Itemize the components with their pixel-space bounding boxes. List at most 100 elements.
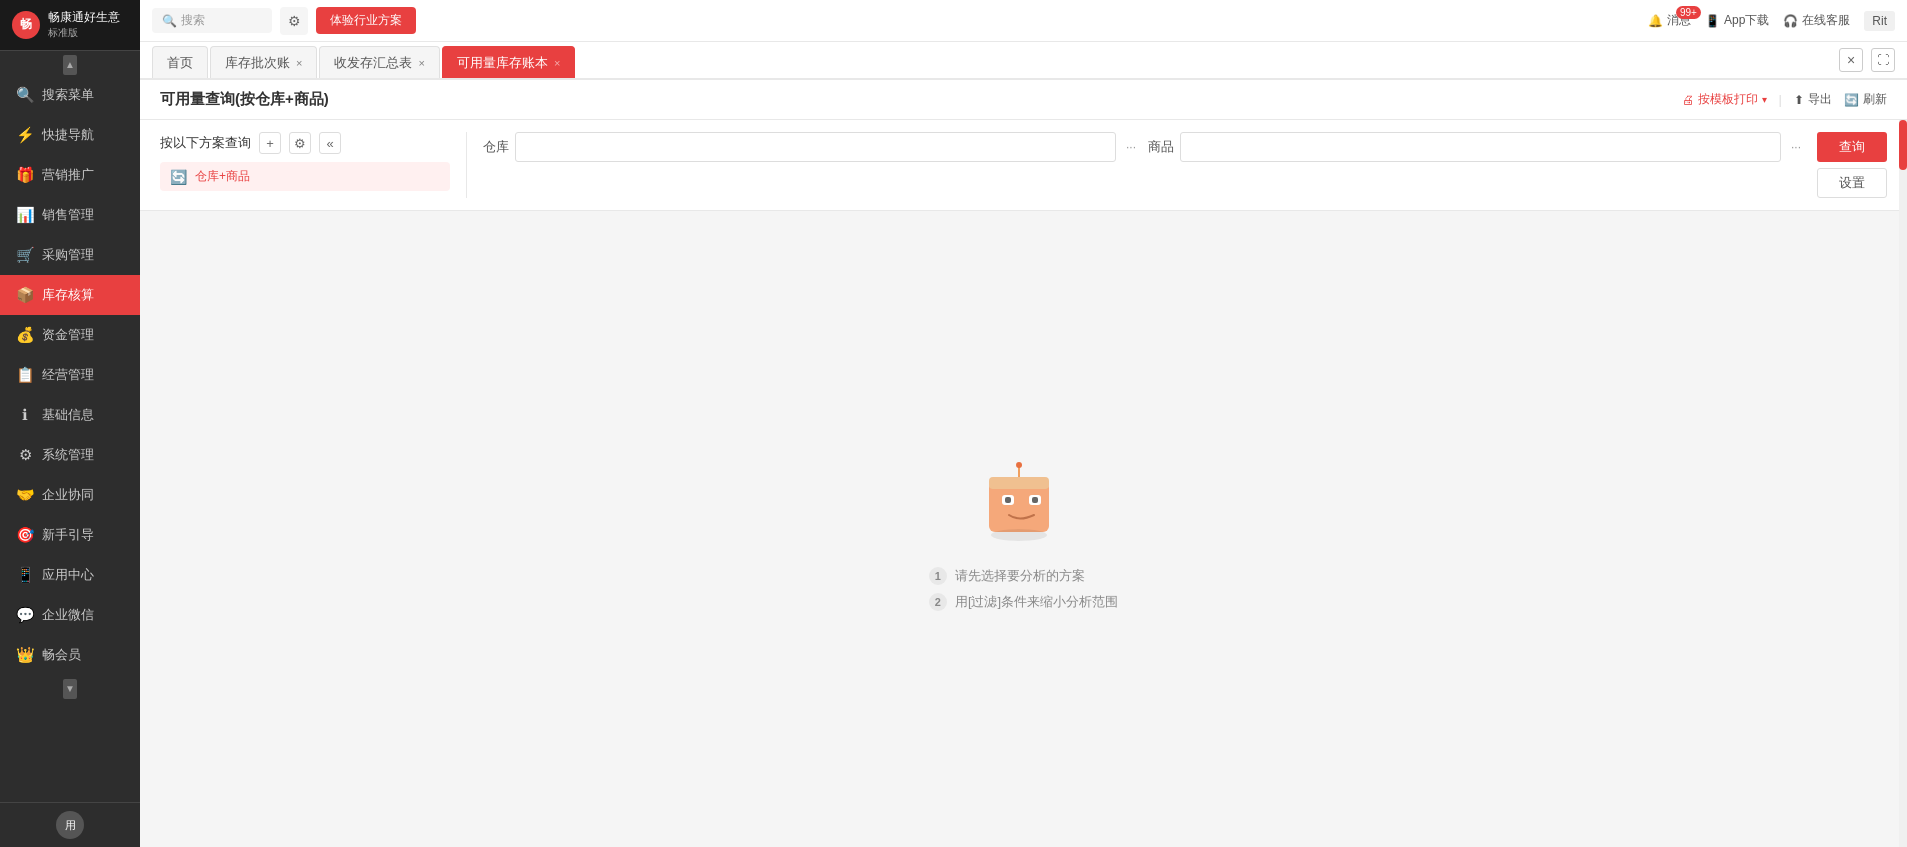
phone-icon: 📱 bbox=[1705, 14, 1720, 28]
sidebar-item-marketing[interactable]: 🎁 营销推广 bbox=[0, 155, 140, 195]
sidebar-item-label: 库存核算 bbox=[42, 286, 94, 304]
tab-expand-btn[interactable]: ⛶ bbox=[1871, 48, 1895, 72]
chat-icon: 💬 bbox=[16, 606, 34, 624]
money-icon: 💰 bbox=[16, 326, 34, 344]
filter-add-btn[interactable]: + bbox=[259, 132, 281, 154]
username-display[interactable]: Rit bbox=[1864, 11, 1895, 31]
sidebar-item-label: 营销推广 bbox=[42, 166, 94, 184]
filter-scheme-item-warehouse-product[interactable]: 🔄 仓库+商品 bbox=[160, 162, 450, 191]
right-scrollbar[interactable] bbox=[1899, 120, 1907, 847]
filter-scheme-panel: 按以下方案查询 + ⚙ « 🔄 仓库+商品 bbox=[160, 132, 450, 191]
sidebar: 畅 畅康通好生意 标准版 ▲ 🔍 搜索菜单 ⚡ 快捷导航 🎁 营销推广 📊 销售… bbox=[0, 0, 140, 847]
sidebar-item-label: 新手引导 bbox=[42, 526, 94, 544]
sidebar-item-member[interactable]: 👑 畅会员 bbox=[0, 635, 140, 675]
user-avatar[interactable]: 用 bbox=[56, 811, 84, 839]
app-version: 标准版 bbox=[48, 26, 120, 40]
tabbar-actions: × ⛶ bbox=[1839, 48, 1895, 72]
gear-icon: ⚙ bbox=[288, 13, 301, 29]
tab-close-icon[interactable]: × bbox=[554, 57, 560, 69]
sidebar-scroll-down[interactable]: ▼ bbox=[63, 679, 77, 699]
svg-rect-3 bbox=[1005, 497, 1011, 503]
tab-home[interactable]: 首页 bbox=[152, 46, 208, 78]
settings-btn[interactable]: 设置 bbox=[1817, 168, 1887, 198]
print-label: 按模板打印 bbox=[1698, 91, 1758, 108]
content-body: 1 请先选择要分析的方案 2 用[过滤]条件来缩小分析范围 bbox=[140, 211, 1907, 847]
refresh-btn[interactable]: 🔄 刷新 bbox=[1844, 91, 1887, 108]
empty-robot-svg bbox=[974, 447, 1074, 547]
sidebar-item-guide[interactable]: 🎯 新手引导 bbox=[0, 515, 140, 555]
sidebar-item-basic[interactable]: ℹ 基础信息 bbox=[0, 395, 140, 435]
sidebar-item-inventory[interactable]: 📦 库存核算 bbox=[0, 275, 140, 315]
filter-field-product: 商品 ··· bbox=[1148, 132, 1801, 162]
app-download-btn[interactable]: 📱 App下载 bbox=[1705, 12, 1769, 29]
print-btn[interactable]: 🖨 按模板打印 ▾ bbox=[1682, 91, 1767, 108]
clipboard-icon: 📋 bbox=[16, 366, 34, 384]
sidebar-item-label: 销售管理 bbox=[42, 206, 94, 224]
gear-icon: ⚙ bbox=[16, 446, 34, 464]
sidebar-item-search[interactable]: 🔍 搜索菜单 bbox=[0, 75, 140, 115]
product-more-btn[interactable]: ··· bbox=[1791, 140, 1801, 154]
sidebar-item-operation[interactable]: 📋 经营管理 bbox=[0, 355, 140, 395]
sidebar-item-sales[interactable]: 📊 销售管理 bbox=[0, 195, 140, 235]
sidebar-item-label: 采购管理 bbox=[42, 246, 94, 264]
filter-area: 按以下方案查询 + ⚙ « 🔄 仓库+商品 bbox=[140, 120, 1907, 211]
trial-btn[interactable]: 体验行业方案 bbox=[316, 7, 416, 34]
hint-item-2: 2 用[过滤]条件来缩小分析范围 bbox=[929, 593, 1118, 611]
tab-stock-summary[interactable]: 收发存汇总表 × bbox=[319, 46, 439, 78]
topbar-search-box[interactable]: 🔍 搜索 bbox=[152, 8, 272, 33]
filter-collapse-btn[interactable]: « bbox=[319, 132, 341, 154]
topbar: 🔍 搜索 ⚙ 体验行业方案 🔔 消息 99+ 📱 App下载 🎧 在线客服 Ri… bbox=[140, 0, 1907, 42]
tab-available-stock[interactable]: 可用量库存账本 × bbox=[442, 46, 575, 78]
main-area: 🔍 搜索 ⚙ 体验行业方案 🔔 消息 99+ 📱 App下载 🎧 在线客服 Ri… bbox=[140, 0, 1907, 847]
tab-close-icon[interactable]: × bbox=[296, 57, 302, 69]
export-btn[interactable]: ⬆ 导出 bbox=[1794, 91, 1832, 108]
svg-point-7 bbox=[1016, 462, 1022, 468]
product-input[interactable] bbox=[1180, 132, 1781, 162]
sidebar-item-system[interactable]: ⚙ 系统管理 bbox=[0, 435, 140, 475]
filter-scheme-header: 按以下方案查询 + ⚙ « bbox=[160, 132, 450, 154]
hint-num-1: 1 bbox=[929, 567, 947, 585]
sidebar-item-finance[interactable]: 💰 资金管理 bbox=[0, 315, 140, 355]
hint-item-1: 1 请先选择要分析的方案 bbox=[929, 567, 1118, 585]
collapse-icon: « bbox=[326, 136, 333, 151]
app-logo: 畅 bbox=[12, 11, 40, 39]
svg-rect-5 bbox=[1032, 497, 1038, 503]
message-btn[interactable]: 🔔 消息 99+ bbox=[1648, 12, 1691, 29]
filter-field-warehouse: 仓库 ··· bbox=[483, 132, 1136, 162]
print-icon: 🖨 bbox=[1682, 93, 1694, 107]
sidebar-item-wechat[interactable]: 💬 企业微信 bbox=[0, 595, 140, 635]
sidebar-item-purchase[interactable]: 🛒 采购管理 bbox=[0, 235, 140, 275]
phone-icon: 📱 bbox=[16, 566, 34, 584]
tab-label: 收发存汇总表 bbox=[334, 54, 412, 72]
page-header-actions: 🖨 按模板打印 ▾ | ⬆ 导出 🔄 刷新 bbox=[1682, 91, 1887, 108]
tab-label: 可用量库存账本 bbox=[457, 54, 548, 72]
sidebar-item-label: 畅会员 bbox=[42, 646, 81, 664]
tab-label: 库存批次账 bbox=[225, 54, 290, 72]
svg-point-8 bbox=[991, 529, 1047, 541]
refresh-icon: 🔄 bbox=[1844, 93, 1859, 107]
filter-settings-btn[interactable]: ⚙ bbox=[289, 132, 311, 154]
handshake-icon: 🤝 bbox=[16, 486, 34, 504]
sidebar-item-label: 企业协同 bbox=[42, 486, 94, 504]
sidebar-item-quicknav[interactable]: ⚡ 快捷导航 bbox=[0, 115, 140, 155]
empty-illustration bbox=[974, 447, 1074, 547]
tab-close-icon[interactable]: × bbox=[418, 57, 424, 69]
sidebar-scroll-up[interactable]: ▲ bbox=[63, 55, 77, 75]
topbar-gear-btn[interactable]: ⚙ bbox=[280, 7, 308, 35]
filter-scheme-label: 按以下方案查询 bbox=[160, 134, 251, 152]
query-btn[interactable]: 查询 bbox=[1817, 132, 1887, 162]
sidebar-item-apps[interactable]: 📱 应用中心 bbox=[0, 555, 140, 595]
sidebar-item-collab[interactable]: 🤝 企业协同 bbox=[0, 475, 140, 515]
tab-close-window-btn[interactable]: × bbox=[1839, 48, 1863, 72]
gift-icon: 🎁 bbox=[16, 166, 34, 184]
tab-label: 首页 bbox=[167, 54, 193, 72]
hint-num-2: 2 bbox=[929, 593, 947, 611]
warehouse-input[interactable] bbox=[515, 132, 1116, 162]
service-btn[interactable]: 🎧 在线客服 bbox=[1783, 12, 1850, 29]
chart-icon: 📊 bbox=[16, 206, 34, 224]
warehouse-more-btn[interactable]: ··· bbox=[1126, 140, 1136, 154]
tab-inventory-batch[interactable]: 库存批次账 × bbox=[210, 46, 317, 78]
message-badge: 99+ bbox=[1676, 6, 1701, 19]
scrollbar-thumb bbox=[1899, 120, 1907, 170]
sidebar-item-label: 企业微信 bbox=[42, 606, 94, 624]
